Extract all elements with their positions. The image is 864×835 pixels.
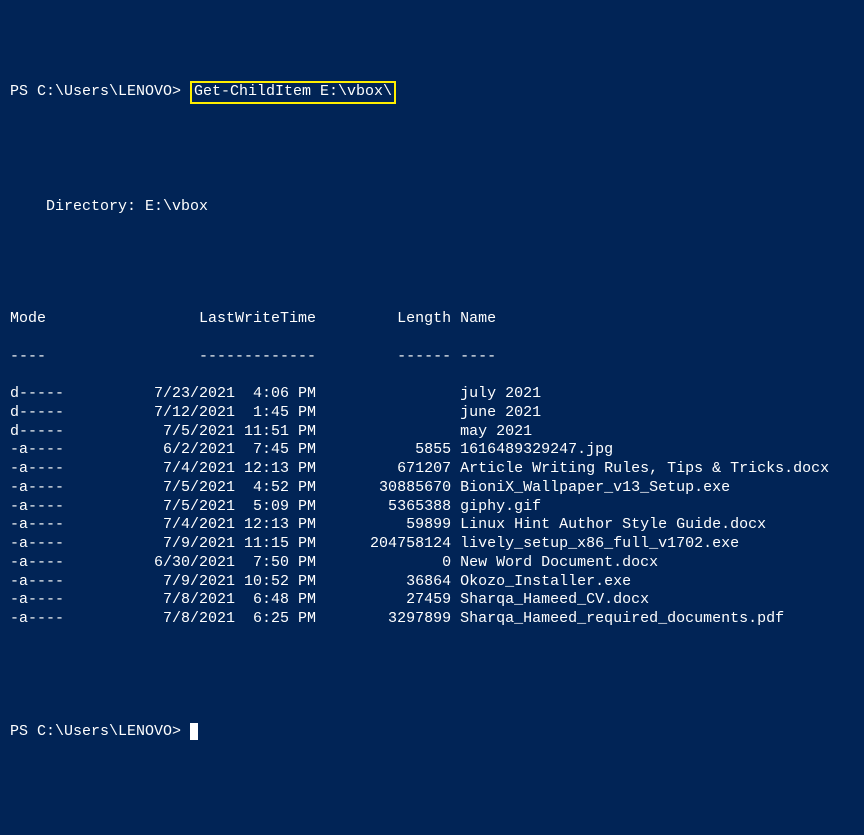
- blank-line: [10, 160, 854, 179]
- underline: ---- ------------- ------ ----: [10, 348, 496, 365]
- blank-line: [10, 235, 854, 254]
- prompt-line-1: PS C:\Users\LENOVO> Get-ChildItem E:\vbo…: [10, 81, 854, 104]
- table-row: -a---- 7/5/2021 4:52 PM 30885670 BioniX_…: [10, 479, 854, 498]
- table-header: Mode LastWriteTime Length Name: [10, 310, 854, 329]
- cursor: [190, 723, 198, 740]
- table-row: -a---- 6/2/2021 7:45 PM 5855 16164893292…: [10, 441, 854, 460]
- header-mode: Mode LastWriteTime Length Name: [10, 310, 496, 327]
- table-row: -a---- 7/9/2021 10:52 PM 36864 Okozo_Ins…: [10, 573, 854, 592]
- highlighted-command: Get-ChildItem E:\vbox\: [190, 81, 396, 104]
- blank-line: [10, 273, 854, 292]
- table-row: d----- 7/12/2021 1:45 PM june 2021: [10, 404, 854, 423]
- blank-line: [10, 685, 854, 704]
- table-row: -a---- 6/30/2021 7:50 PM 0 New Word Docu…: [10, 554, 854, 573]
- directory-path: E:\vbox: [145, 198, 208, 215]
- prompt-line-2[interactable]: PS C:\Users\LENOVO>: [10, 723, 854, 742]
- table-row: d----- 7/5/2021 11:51 PM may 2021: [10, 423, 854, 442]
- table-row: -a---- 7/8/2021 6:25 PM 3297899 Sharqa_H…: [10, 610, 854, 629]
- prompt-prefix: PS C:\Users\LENOVO>: [10, 83, 190, 100]
- directory-label: Directory:: [10, 198, 145, 215]
- blank-line: [10, 123, 854, 142]
- prompt-prefix-2: PS C:\Users\LENOVO>: [10, 723, 190, 740]
- table-row: -a---- 7/9/2021 11:15 PM 204758124 livel…: [10, 535, 854, 554]
- blank-line: [10, 648, 854, 667]
- table-row: d----- 7/23/2021 4:06 PM july 2021: [10, 385, 854, 404]
- table-row: -a---- 7/5/2021 5:09 PM 5365388 giphy.gi…: [10, 498, 854, 517]
- directory-line: Directory: E:\vbox: [10, 198, 854, 217]
- table-row: -a---- 7/4/2021 12:13 PM 59899 Linux Hin…: [10, 516, 854, 535]
- table-row: -a---- 7/8/2021 6:48 PM 27459 Sharqa_Ham…: [10, 591, 854, 610]
- table-underline: ---- ------------- ------ ----: [10, 348, 854, 367]
- table-row: -a---- 7/4/2021 12:13 PM 671207 Article …: [10, 460, 854, 479]
